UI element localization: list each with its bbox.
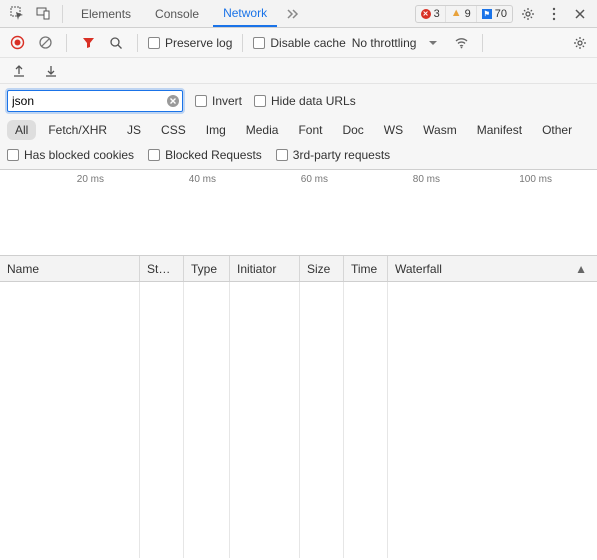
blocked-requests-checkbox[interactable]: Blocked Requests	[148, 148, 262, 162]
issues-icon: ⚑	[482, 9, 492, 19]
timeline-tick: 60 ms	[301, 174, 328, 185]
type-other[interactable]: Other	[534, 120, 580, 140]
timeline-overview[interactable]: 20 ms 40 ms 60 ms 80 ms 100 ms	[0, 170, 597, 256]
timeline-tick: 20 ms	[77, 174, 104, 185]
type-font[interactable]: Font	[290, 120, 330, 140]
divider	[66, 34, 67, 52]
issues-badge[interactable]: ⚑ 70	[476, 6, 512, 22]
clear-button[interactable]	[34, 32, 56, 54]
disable-cache-label: Disable cache	[270, 36, 345, 50]
blocked-requests-label: Blocked Requests	[165, 148, 262, 162]
col-waterfall[interactable]: Waterfall ▲	[388, 256, 597, 281]
hide-data-urls-checkbox[interactable]: Hide data URLs	[254, 94, 356, 108]
timeline-tick: 80 ms	[413, 174, 440, 185]
col-size[interactable]: Size	[300, 256, 344, 281]
inspect-element-icon[interactable]	[6, 3, 28, 25]
type-media[interactable]: Media	[238, 120, 287, 140]
clear-filter-icon[interactable]	[166, 94, 180, 108]
type-doc[interactable]: Doc	[334, 120, 371, 140]
throttling-dropdown-icon[interactable]	[422, 32, 444, 54]
type-img[interactable]: Img	[198, 120, 234, 140]
type-ws[interactable]: WS	[376, 120, 411, 140]
requests-table-body	[0, 282, 597, 558]
record-button[interactable]	[6, 32, 28, 54]
timeline-tick: 40 ms	[189, 174, 216, 185]
network-settings-gear-icon[interactable]	[569, 32, 591, 54]
warning-badge[interactable]: ▲ 9	[445, 6, 476, 22]
timeline-tick: 100 ms	[519, 174, 552, 185]
checkbox-icon	[7, 149, 19, 161]
type-fetch-xhr[interactable]: Fetch/XHR	[40, 120, 115, 140]
third-party-label: 3rd-party requests	[293, 148, 390, 162]
error-badge[interactable]: ✕ 3	[416, 6, 445, 22]
type-manifest[interactable]: Manifest	[469, 120, 530, 140]
col-initiator[interactable]: Initiator	[230, 256, 300, 281]
hide-data-urls-label: Hide data URLs	[271, 94, 356, 108]
type-css[interactable]: CSS	[153, 120, 194, 140]
type-wasm[interactable]: Wasm	[415, 120, 465, 140]
col-name[interactable]: Name	[0, 256, 140, 281]
divider	[62, 5, 63, 23]
invert-label: Invert	[212, 94, 242, 108]
type-all[interactable]: All	[7, 120, 36, 140]
third-party-checkbox[interactable]: 3rd-party requests	[276, 148, 390, 162]
checkbox-icon	[254, 95, 266, 107]
devtools-tabbar: Elements Console Network ✕ 3 ▲ 9 ⚑ 70	[0, 0, 597, 28]
checkbox-icon	[148, 37, 160, 49]
warning-icon: ▲	[451, 8, 462, 19]
console-status-badges[interactable]: ✕ 3 ▲ 9 ⚑ 70	[415, 5, 513, 23]
network-conditions-icon[interactable]	[450, 32, 472, 54]
settings-gear-icon[interactable]	[517, 3, 539, 25]
checkbox-icon	[195, 95, 207, 107]
error-count: 3	[434, 8, 440, 20]
col-waterfall-label: Waterfall	[395, 262, 442, 276]
throttling-select[interactable]: No throttling	[352, 36, 417, 50]
filter-bar: Invert Hide data URLs All Fetch/XHR JS C…	[0, 84, 597, 170]
invert-checkbox[interactable]: Invert	[195, 94, 242, 108]
type-js[interactable]: JS	[119, 120, 149, 140]
has-blocked-cookies-label: Has blocked cookies	[24, 148, 134, 162]
divider	[242, 34, 243, 52]
divider	[137, 34, 138, 52]
filter-input[interactable]	[7, 90, 183, 112]
col-status[interactable]: St…	[140, 256, 184, 281]
filter-toggle-icon[interactable]	[77, 32, 99, 54]
tab-elements[interactable]: Elements	[71, 0, 141, 27]
device-toolbar-icon[interactable]	[32, 3, 54, 25]
resource-type-filter: All Fetch/XHR JS CSS Img Media Font Doc …	[7, 120, 590, 140]
error-icon: ✕	[421, 9, 431, 19]
export-har-icon[interactable]	[8, 60, 30, 82]
import-har-icon[interactable]	[40, 60, 62, 82]
import-export-bar	[0, 58, 597, 84]
col-type[interactable]: Type	[184, 256, 230, 281]
close-devtools-icon[interactable]	[569, 3, 591, 25]
tab-console[interactable]: Console	[145, 0, 209, 27]
col-time[interactable]: Time	[344, 256, 388, 281]
preserve-log-checkbox[interactable]: Preserve log	[148, 36, 232, 50]
preserve-log-label: Preserve log	[165, 36, 232, 50]
checkbox-icon	[276, 149, 288, 161]
disable-cache-checkbox[interactable]: Disable cache	[253, 36, 345, 50]
checkbox-icon	[253, 37, 265, 49]
filter-input-wrap	[7, 90, 183, 112]
network-toolbar: Preserve log Disable cache No throttling	[0, 28, 597, 58]
divider	[482, 34, 483, 52]
has-blocked-cookies-checkbox[interactable]: Has blocked cookies	[7, 148, 134, 162]
sort-asc-icon: ▲	[575, 262, 587, 276]
checkbox-icon	[148, 149, 160, 161]
kebab-menu-icon[interactable]	[543, 3, 565, 25]
throttling-value: No throttling	[352, 36, 417, 50]
tab-network[interactable]: Network	[213, 0, 277, 27]
warning-count: 9	[465, 8, 471, 20]
requests-table-header: Name St… Type Initiator Size Time Waterf…	[0, 256, 597, 282]
more-tabs-icon[interactable]	[281, 3, 303, 25]
search-icon[interactable]	[105, 32, 127, 54]
issues-count: 70	[495, 8, 507, 20]
